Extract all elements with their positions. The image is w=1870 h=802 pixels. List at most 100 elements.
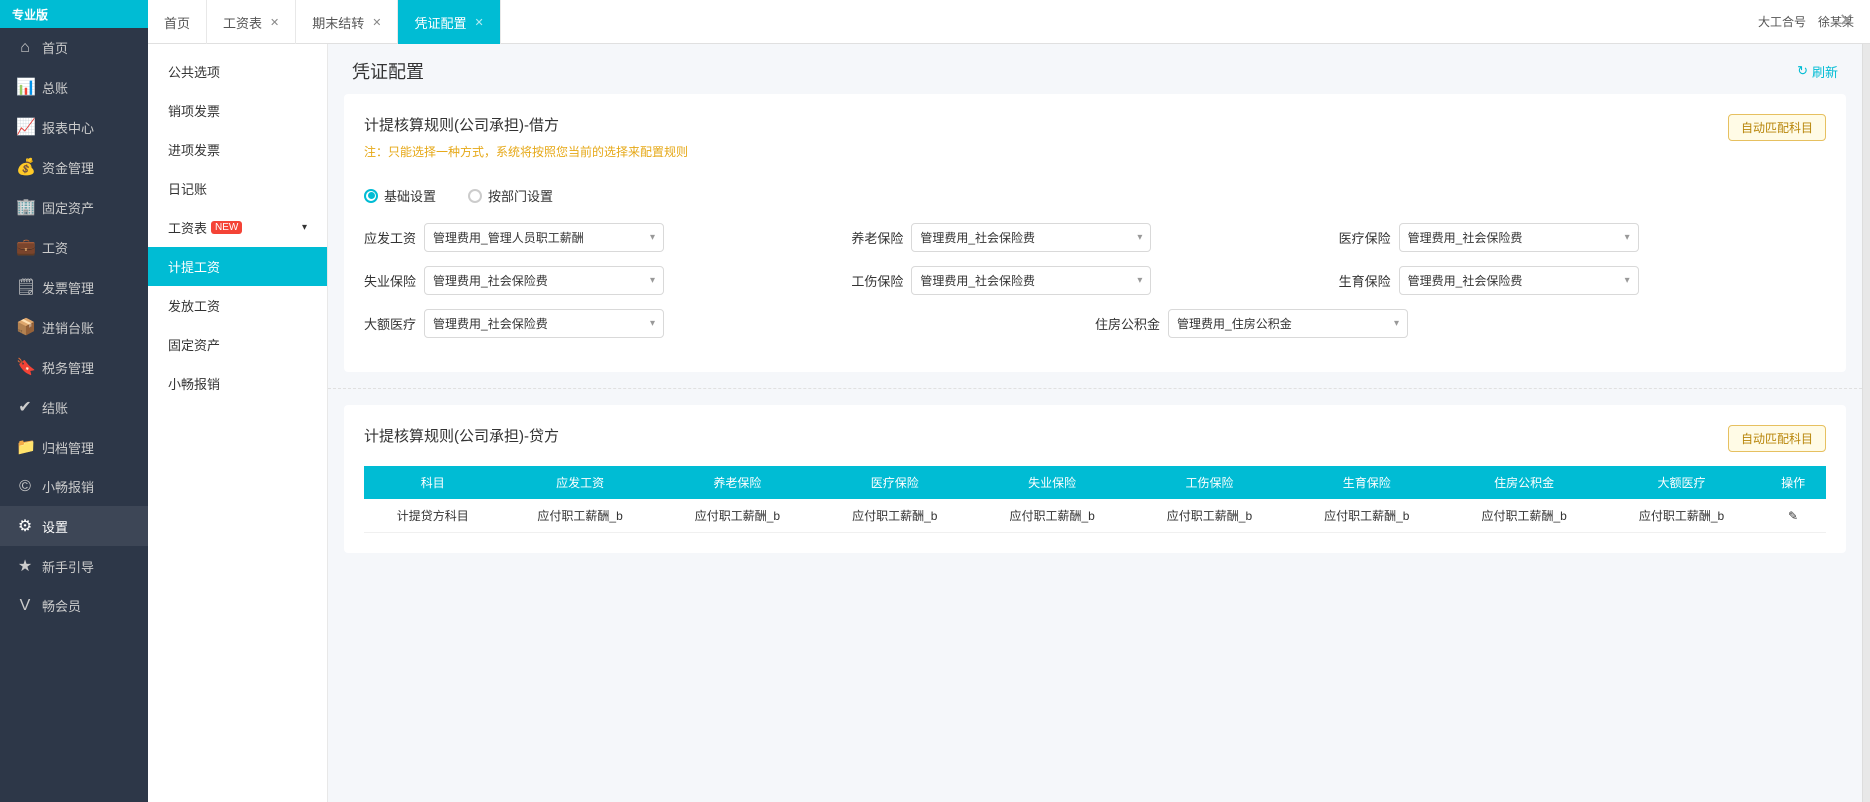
- sidebar-item-home[interactable]: ⌂首页: [0, 28, 148, 67]
- tab-close-period[interactable]: ✕: [372, 16, 381, 29]
- credit-col-header-9: 操作: [1760, 466, 1826, 499]
- field-value-1-0: 管理费用_社会保险费: [433, 272, 548, 289]
- radio-basic-circle: [364, 189, 378, 203]
- sidebar-label-settings: 设置: [42, 517, 68, 536]
- left-nav-label-pay-salary: 发放工资: [168, 296, 220, 315]
- sidebar-item-xiaochang[interactable]: ©小畅报销: [0, 467, 148, 506]
- tab-period[interactable]: 期末结转 ✕: [296, 0, 398, 44]
- radio-basic[interactable]: 基础设置: [364, 186, 436, 205]
- sidebar-item-funds[interactable]: 💰资金管理: [0, 147, 148, 187]
- sidebar-item-archive[interactable]: 📁归档管理: [0, 427, 148, 467]
- left-nav-payroll-table[interactable]: 工资表NEW▾: [148, 208, 327, 247]
- tab-close-voucher[interactable]: ✕: [475, 16, 484, 29]
- page-header: 凭证配置 ↻ 刷新: [328, 44, 1862, 94]
- left-nav-debit-invoice[interactable]: 进项发票: [148, 130, 327, 169]
- tab-label-payroll: 工资表: [223, 13, 262, 32]
- sidebar-icon-home: ⌂: [16, 39, 34, 57]
- tab-close-payroll[interactable]: ✕: [270, 16, 279, 29]
- scrollbar[interactable]: [1862, 44, 1870, 802]
- sidebar-icon-reports: 📈: [16, 117, 34, 137]
- field-value-0-0: 管理费用_管理人员职工薪酬: [433, 229, 584, 246]
- close-button[interactable]: ✕: [1839, 10, 1854, 31]
- page-content: 凭证配置 ↻ 刷新 计提核算规则(公司承担)-借方 注：只能选择一种方式，系统将…: [328, 44, 1862, 802]
- sidebar-item-inventory[interactable]: 📦进销台账: [0, 307, 148, 347]
- left-nav-label-debit-invoice: 进项发票: [168, 140, 220, 159]
- field-value-1-2: 管理费用_社会保险费: [1408, 272, 1523, 289]
- tab-label-period: 期末结转: [312, 13, 364, 32]
- sidebar-label-assets: 固定资产: [42, 198, 94, 217]
- form-field-0-1: 养老保险 管理费用_社会保险费 ▾: [851, 223, 1338, 252]
- debit-auto-match-button[interactable]: 自动匹配科目: [1728, 114, 1826, 141]
- sidebar-item-reports[interactable]: 📈报表中心: [0, 107, 148, 147]
- sidebar-icon-closing: ✔: [16, 397, 34, 417]
- field-select-1-2[interactable]: 管理费用_社会保险费 ▾: [1399, 266, 1639, 295]
- sidebar: 专业版 ⌂首页📊总账📈报表中心💰资金管理🏢固定资产💼工资🗒发票管理📦进销台账🔖税…: [0, 0, 148, 802]
- sidebar-item-tax[interactable]: 🔖税务管理: [0, 347, 148, 387]
- field-select-0-0[interactable]: 管理费用_管理人员职工薪酬 ▾: [424, 223, 664, 252]
- left-nav-label-calc-salary: 计提工资: [168, 257, 220, 276]
- left-nav-journal[interactable]: 日记账: [148, 169, 327, 208]
- sidebar-item-member[interactable]: V畅会员: [0, 586, 148, 625]
- sidebar-item-guide[interactable]: ★新手引导: [0, 546, 148, 586]
- credit-auto-match-button[interactable]: 自动匹配科目: [1728, 425, 1826, 452]
- credit-col-header-0: 科目: [364, 466, 501, 499]
- field-select-2-1[interactable]: 管理费用_住房公积金 ▾: [1168, 309, 1408, 338]
- field-value-2-1: 管理费用_住房公积金: [1177, 315, 1292, 332]
- field-select-1-1[interactable]: 管理费用_社会保险费 ▾: [911, 266, 1151, 295]
- field-value-0-2: 管理费用_社会保险费: [1408, 229, 1523, 246]
- tab-home[interactable]: 首页: [148, 0, 207, 44]
- sidebar-item-ledger[interactable]: 📊总账: [0, 67, 148, 107]
- tab-payroll[interactable]: 工资表 ✕: [207, 0, 296, 44]
- credit-table: 科目应发工资养老保险医疗保险失业保险工伤保险生育保险住房公积金大额医疗操作 计提…: [364, 466, 1826, 533]
- credit-col-header-6: 生育保险: [1288, 466, 1445, 499]
- credit-col-header-1: 应发工资: [501, 466, 658, 499]
- form-row-1: 失业保险 管理费用_社会保险费 ▾ 工伤保险 管理费用_社会保险费 ▾ 生育保险…: [364, 266, 1826, 295]
- credit-col-header-2: 养老保险: [659, 466, 816, 499]
- form-row-0: 应发工资 管理费用_管理人员职工薪酬 ▾ 养老保险 管理费用_社会保险费 ▾ 医…: [364, 223, 1826, 252]
- left-nav-expense[interactable]: 小畅报销: [148, 364, 327, 403]
- sidebar-icon-member: V: [16, 597, 34, 615]
- content-area: 公共选项销项发票进项发票日记账工资表NEW▾ 计提工资发放工资固定资产小畅报销 凭…: [148, 44, 1870, 802]
- chevron-icon-1-1: ▾: [1137, 275, 1142, 286]
- sidebar-item-salary[interactable]: 💼工资: [0, 227, 148, 267]
- tab-voucher[interactable]: 凭证配置 ✕: [398, 0, 500, 44]
- main-area: 首页工资表✕期末结转✕凭证配置✕ 大工合号 徐某某 ✕ 公共选项销项发票进项发票…: [148, 0, 1870, 802]
- chevron-icon-0-2: ▾: [1625, 232, 1630, 243]
- radio-dept[interactable]: 按部门设置: [468, 186, 553, 205]
- debit-section-note: 注：只能选择一种方式，系统将按照您当前的选择来配置规则: [364, 143, 688, 160]
- field-select-0-1[interactable]: 管理费用_社会保险费 ▾: [911, 223, 1151, 252]
- credit-col-header-8: 大额医疗: [1603, 466, 1760, 499]
- page-title: 凭证配置: [352, 58, 424, 84]
- enterprise-label: 大工合号: [1758, 13, 1806, 30]
- left-nav-public[interactable]: 公共选项: [148, 52, 327, 91]
- credit-col-header-4: 失业保险: [973, 466, 1130, 499]
- sidebar-item-invoice[interactable]: 🗒发票管理: [0, 267, 148, 307]
- sidebar-item-closing[interactable]: ✔结账: [0, 387, 148, 427]
- sidebar-item-assets[interactable]: 🏢固定资产: [0, 187, 148, 227]
- radio-basic-label: 基础设置: [384, 186, 436, 205]
- tab-label-voucher: 凭证配置: [414, 13, 466, 32]
- credit-subject-0: 计提贷方科目: [364, 499, 501, 533]
- chevron-icon-2-1: ▾: [1394, 318, 1399, 329]
- debit-section-title: 计提核算规则(公司承担)-借方: [364, 114, 688, 135]
- left-nav-credit-invoice[interactable]: 销项发票: [148, 91, 327, 130]
- field-label-0-0: 应发工资: [364, 228, 416, 247]
- credit-action-0[interactable]: ✎: [1760, 499, 1826, 533]
- credit-cell-0-2: 应付职工薪酬_b: [816, 499, 973, 533]
- radio-dept-label: 按部门设置: [488, 186, 553, 205]
- chevron-icon-1-2: ▾: [1625, 275, 1630, 286]
- form-field-0-2: 医疗保险 管理费用_社会保险费 ▾: [1339, 223, 1826, 252]
- left-nav-pay-salary[interactable]: 发放工资: [148, 286, 327, 325]
- sidebar-icon-tax: 🔖: [16, 357, 34, 377]
- sidebar-icon-guide: ★: [16, 556, 34, 576]
- sidebar-icon-funds: 💰: [16, 157, 34, 177]
- left-nav-fixed-assets[interactable]: 固定资产: [148, 325, 327, 364]
- refresh-button[interactable]: ↻ 刷新: [1797, 62, 1838, 81]
- sidebar-item-settings[interactable]: ⚙设置: [0, 506, 148, 546]
- field-select-0-2[interactable]: 管理费用_社会保险费 ▾: [1399, 223, 1639, 252]
- field-select-2-0[interactable]: 管理费用_社会保险费 ▾: [424, 309, 664, 338]
- left-nav-label-fixed-assets: 固定资产: [168, 335, 220, 354]
- credit-cell-0-7: 应付职工薪酬_b: [1603, 499, 1760, 533]
- left-nav-calc-salary[interactable]: 计提工资: [148, 247, 327, 286]
- field-select-1-0[interactable]: 管理费用_社会保险费 ▾: [424, 266, 664, 295]
